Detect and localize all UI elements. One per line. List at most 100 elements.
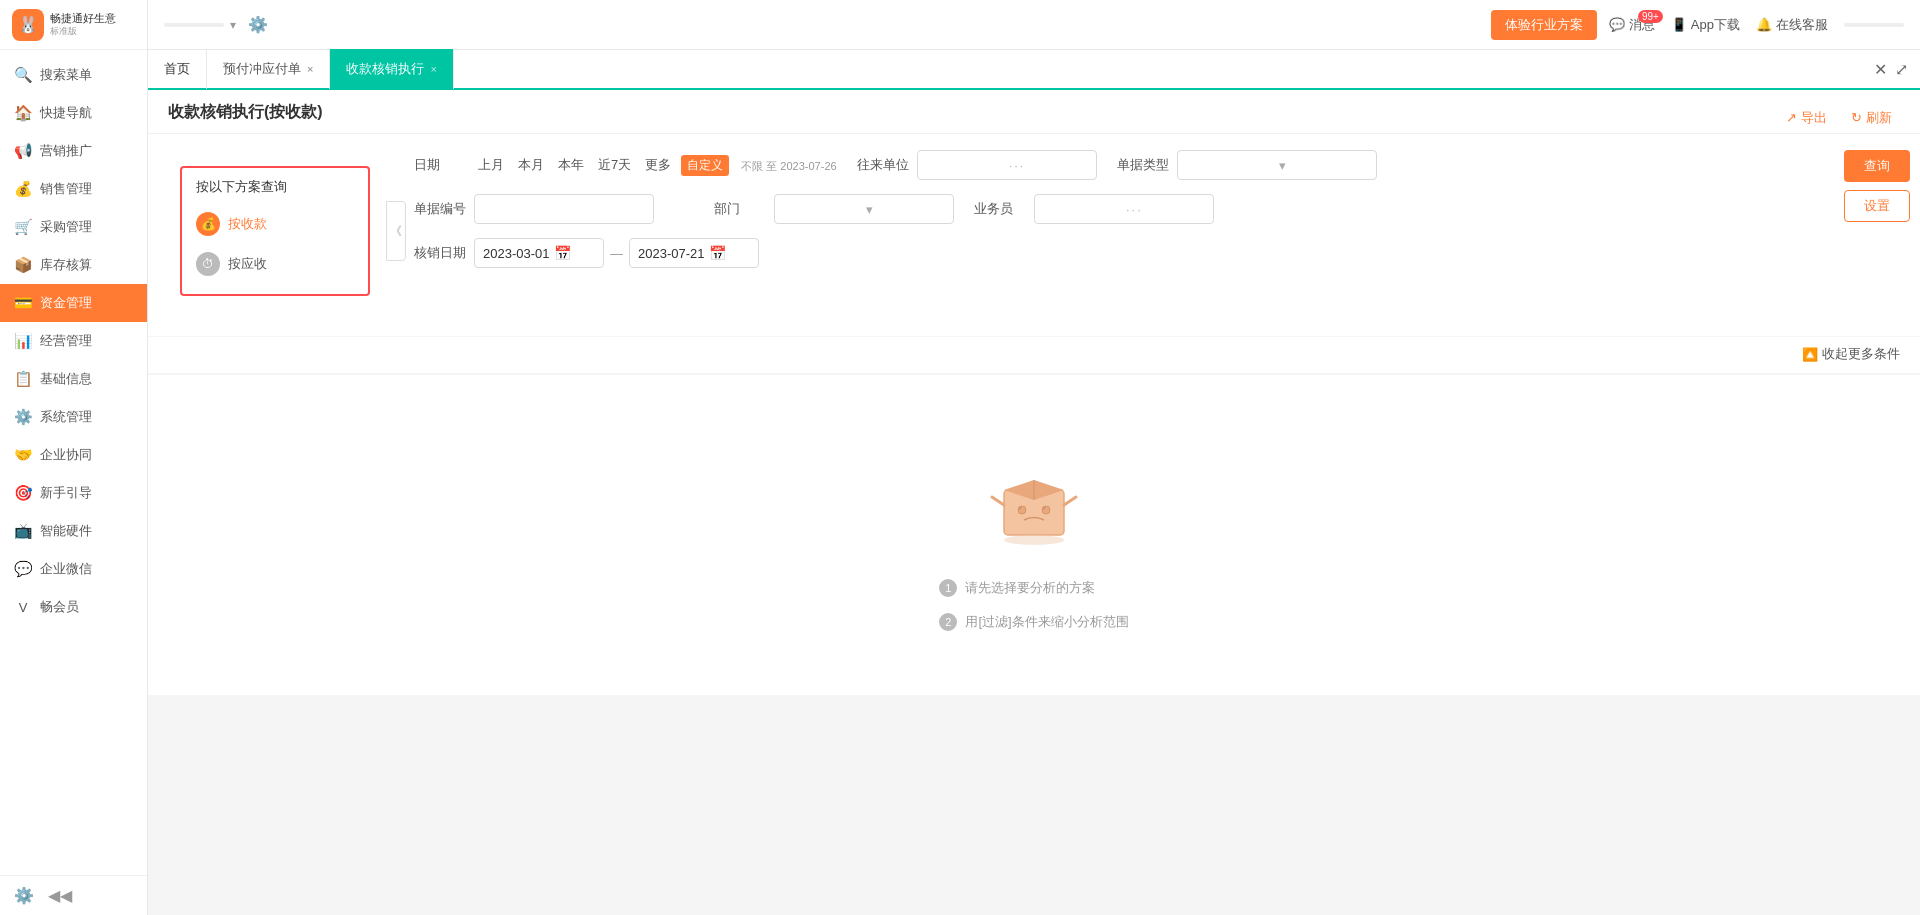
query-button[interactable]: 查询	[1844, 150, 1910, 182]
message-button[interactable]: 💬 消息 99+	[1609, 16, 1655, 34]
sidebar-item-label: 营销推广	[40, 142, 92, 160]
topbar-right: 💬 消息 99+ 📱 App下载 🔔 在线客服	[1609, 16, 1904, 34]
page-title: 收款核销执行(按收款)	[168, 102, 323, 133]
writeoff-end-date[interactable]: 2023-07-21 📅	[629, 238, 759, 268]
window-expand-icon[interactable]: ⤢	[1895, 60, 1908, 79]
sidebar-item-label: 资金管理	[40, 294, 92, 312]
dept-dropdown-icon: ▾	[866, 202, 945, 217]
service-label: 在线客服	[1776, 16, 1828, 34]
enterprise-icon: 🤝	[14, 446, 32, 464]
party-dots-icon: ···	[1009, 158, 1088, 173]
sidebar-item-finance[interactable]: 💳 资金管理	[0, 284, 147, 322]
svg-point-5	[1019, 507, 1022, 510]
svg-line-7	[992, 497, 1004, 505]
sidebar-item-marketing[interactable]: 📢 营销推广	[0, 132, 147, 170]
logo-name: 畅捷通好生意	[50, 11, 116, 25]
svg-point-9	[1004, 535, 1064, 545]
page-actions: ↗ 导出 ↻ 刷新	[1778, 105, 1900, 131]
dept-dropdown[interactable]: ▾	[774, 194, 954, 224]
finance-icon: 💳	[14, 294, 32, 312]
sidebar-item-label: 搜索菜单	[40, 66, 92, 84]
window-close-icon[interactable]: ✕	[1874, 60, 1887, 79]
hardware-icon: 📺	[14, 522, 32, 540]
sidebar-item-wechat[interactable]: 💬 企业微信	[0, 550, 147, 588]
filter-by-receipt[interactable]: 💰 按收款	[182, 204, 368, 244]
tab-prepay[interactable]: 预付冲应付单 ×	[207, 49, 330, 89]
doctype-label: 单据类型	[1117, 156, 1169, 174]
panel-collapse-button[interactable]: 《	[386, 201, 406, 261]
sidebar-item-system[interactable]: ⚙️ 系统管理	[0, 398, 147, 436]
company-dropdown-icon[interactable]: ▾	[230, 18, 236, 32]
sidebar-item-member[interactable]: V 畅会员	[0, 588, 147, 626]
sidebar-item-label: 智能硬件	[40, 522, 92, 540]
writeoff-date-range: 2023-03-01 📅 — 2023-07-21 📅	[474, 238, 759, 268]
collapse-sidebar-icon[interactable]: ◀◀	[48, 886, 72, 905]
tab-home[interactable]: 首页	[148, 49, 207, 89]
sales-icon: 💰	[14, 180, 32, 198]
sidebar-item-inventory[interactable]: 📦 库存核算	[0, 246, 147, 284]
filter-by-receivable[interactable]: ⏱ 按应收	[182, 244, 368, 284]
app-download-button[interactable]: 📱 App下载	[1671, 16, 1740, 34]
operations-icon: 📊	[14, 332, 32, 350]
staff-select[interactable]: ···	[1034, 194, 1214, 224]
tab-writeoff[interactable]: 收款核销执行 ×	[330, 49, 453, 89]
empty-step-1: 1 请先选择要分析的方案	[939, 575, 1128, 601]
shortcut-custom[interactable]: 自定义	[681, 155, 729, 176]
online-service-button[interactable]: 🔔 在线客服	[1756, 16, 1828, 34]
docno-field: 单据编号	[414, 194, 694, 224]
export-icon: ↗	[1786, 110, 1797, 125]
shortcut-last-month[interactable]: 上月	[474, 154, 508, 176]
shortcut-this-month[interactable]: 本月	[514, 154, 548, 176]
shortcut-7days[interactable]: 近7天	[594, 154, 635, 176]
sidebar-item-quicknav[interactable]: 🏠 快捷导航	[0, 94, 147, 132]
dept-label: 部门	[714, 200, 766, 218]
sidebar-item-operations[interactable]: 📊 经营管理	[0, 322, 147, 360]
sidebar-item-enterprise[interactable]: 🤝 企业协同	[0, 436, 147, 474]
filter-panel-title: 按以下方案查询	[182, 178, 368, 204]
filter-receipt-label: 按收款	[228, 215, 267, 233]
sidebar-item-basicinfo[interactable]: 📋 基础信息	[0, 360, 147, 398]
query-panel: 查询 设置	[1844, 134, 1920, 328]
doctype-dropdown[interactable]: ▾	[1177, 150, 1377, 180]
sidebar-item-newguide[interactable]: 🎯 新手引导	[0, 474, 147, 512]
collapse-more-button[interactable]: 🔼 收起更多条件	[1802, 345, 1900, 363]
party-select[interactable]: ···	[917, 150, 1097, 180]
sidebar-item-purchase[interactable]: 🛒 采购管理	[0, 208, 147, 246]
step-2-num: 2	[939, 613, 957, 631]
home-icon: 🏠	[14, 104, 32, 122]
staff-label: 业务员	[974, 200, 1026, 218]
message-badge: 99+	[1638, 10, 1663, 23]
receipt-icon: 💰	[196, 212, 220, 236]
solution-button[interactable]: 体验行业方案	[1491, 10, 1597, 40]
sidebar-item-sales[interactable]: 💰 销售管理	[0, 170, 147, 208]
writeoff-start-date[interactable]: 2023-03-01 📅	[474, 238, 604, 268]
refresh-button[interactable]: ↻ 刷新	[1843, 105, 1900, 131]
filter-row-1: 日期 上月 本月 本年 近7天 更多 自定义 不限 至 2023-07-26	[414, 150, 1828, 180]
tab-prepay-label: 预付冲应付单	[223, 60, 301, 78]
party-field: 往来单位 ···	[857, 150, 1097, 180]
company-selector[interactable]: ▾	[164, 18, 236, 32]
sidebar-item-hardware[interactable]: 📺 智能硬件	[0, 512, 147, 550]
writeoff-date-field: 核销日期 2023-03-01 📅 — 2023-07-21	[414, 238, 759, 268]
date-separator: —	[610, 246, 623, 261]
shortcut-this-year[interactable]: 本年	[554, 154, 588, 176]
export-button[interactable]: ↗ 导出	[1778, 105, 1835, 131]
shortcut-more[interactable]: 更多	[641, 154, 675, 176]
settings-button[interactable]: 设置	[1844, 190, 1910, 222]
settings-bottom-icon[interactable]: ⚙️	[14, 886, 34, 905]
sidebar-item-search[interactable]: 🔍 搜索菜单	[0, 56, 147, 94]
empty-step-2: 2 用[过滤]条件来缩小分析范围	[939, 609, 1128, 635]
tab-prepay-close[interactable]: ×	[307, 63, 313, 75]
docno-input[interactable]	[474, 194, 654, 224]
step-1-num: 1	[939, 579, 957, 597]
search-icon: 🔍	[14, 66, 32, 84]
sidebar-item-label: 系统管理	[40, 408, 92, 426]
inventory-icon: 📦	[14, 256, 32, 274]
date-label: 日期	[414, 156, 466, 174]
tabs-controls: ✕ ⤢	[1874, 60, 1920, 79]
tab-writeoff-close[interactable]: ×	[430, 63, 436, 75]
topbar-gear-icon[interactable]: ⚙️	[248, 15, 268, 34]
member-icon: V	[14, 600, 32, 615]
date-limit-text: 不限 至 2023-07-26	[741, 159, 836, 174]
sidebar-bottom: ⚙️ ◀◀	[0, 875, 147, 915]
